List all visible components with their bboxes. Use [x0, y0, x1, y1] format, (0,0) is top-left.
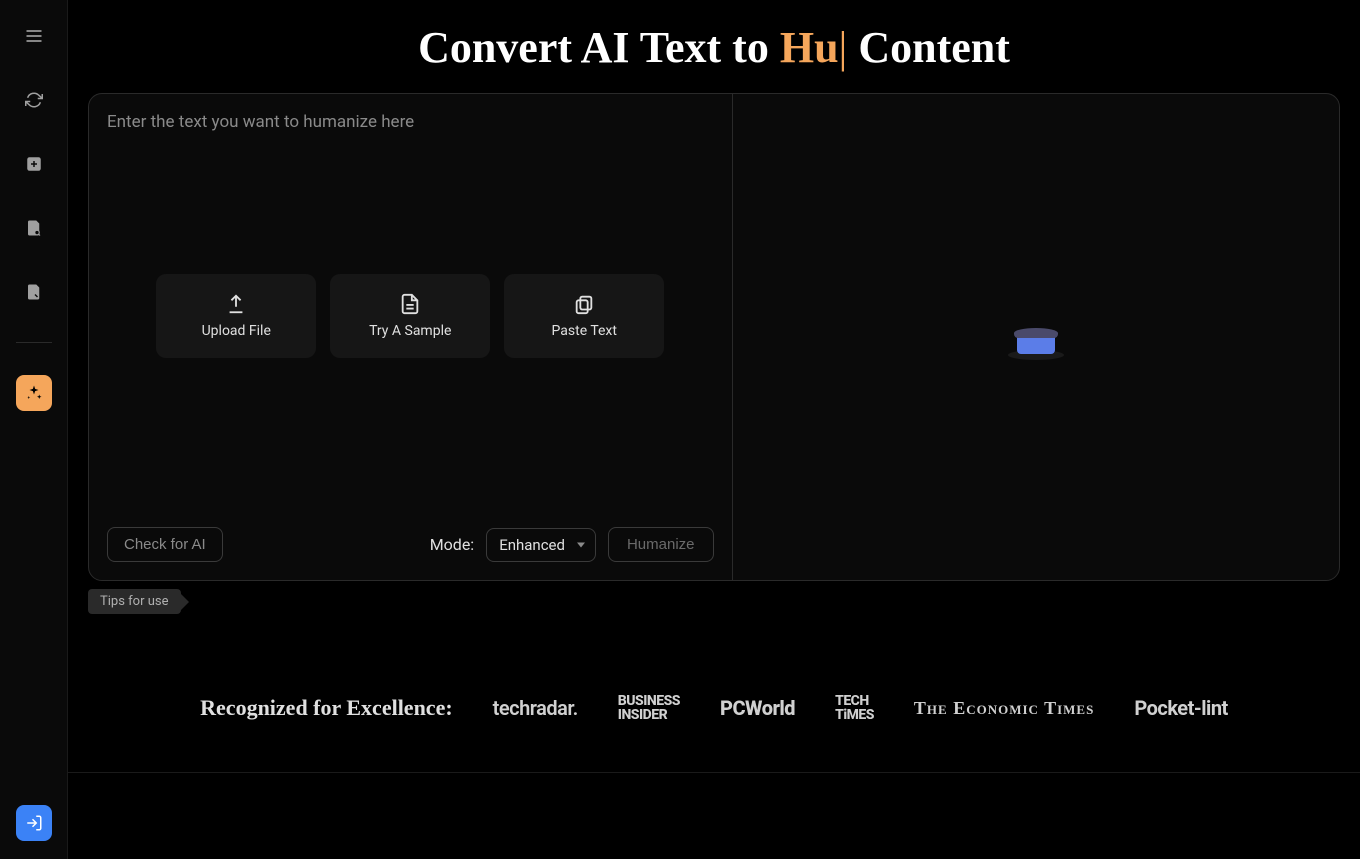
- check-ai-button[interactable]: Check for AI: [107, 527, 223, 562]
- paste-label: Paste Text: [552, 323, 617, 339]
- file-text-icon: [399, 293, 421, 315]
- brand-pocket-lint: Pocket-lint: [1134, 696, 1227, 720]
- sidebar-divider: [16, 342, 52, 343]
- try-sample-button[interactable]: Try A Sample: [330, 274, 490, 358]
- input-footer: Check for AI Mode: Enhanced Humanize: [107, 527, 714, 562]
- workspace: Upload File Try A Sample Paste Text Chec…: [88, 93, 1340, 581]
- clipboard-icon: [573, 293, 595, 315]
- brand-pcworld: PCWorld: [720, 696, 795, 720]
- title-suffix: Content: [847, 23, 1010, 72]
- search-doc-icon[interactable]: [16, 210, 52, 246]
- page-title: Convert AI Text to Hu| Content: [68, 22, 1360, 73]
- humanize-button[interactable]: Humanize: [608, 527, 714, 562]
- brand-economic-times: The Economic Times: [914, 698, 1094, 719]
- input-pane: Upload File Try A Sample Paste Text Chec…: [89, 94, 733, 580]
- recognition-label: Recognized for Excellence:: [200, 695, 453, 721]
- edit-doc-icon[interactable]: [16, 274, 52, 310]
- title-accent: Hu: [780, 23, 839, 72]
- upload-icon: [225, 293, 247, 315]
- tips-chip[interactable]: Tips for use: [88, 589, 181, 614]
- sidebar: [0, 0, 68, 859]
- input-actions: Upload File Try A Sample Paste Text: [156, 274, 664, 358]
- output-pane: [733, 94, 1340, 580]
- mode-select[interactable]: Enhanced: [486, 528, 596, 562]
- brand-tech-times: TECHTiMES: [835, 694, 874, 722]
- title-prefix: Convert AI Text to: [418, 23, 780, 72]
- paste-text-button[interactable]: Paste Text: [504, 274, 664, 358]
- brand-business-insider: BUSINESSINSIDER: [618, 694, 680, 722]
- sample-label: Try A Sample: [369, 323, 451, 339]
- upload-label: Upload File: [202, 323, 271, 339]
- login-button[interactable]: [16, 805, 52, 841]
- brand-techradar: techradar.: [493, 696, 578, 720]
- footer-divider: [68, 772, 1360, 773]
- tips-row: Tips for use: [88, 589, 1360, 614]
- main-content: Convert AI Text to Hu| Content Upload Fi…: [68, 0, 1360, 859]
- menu-icon[interactable]: [16, 18, 52, 54]
- sparkle-icon[interactable]: [16, 375, 52, 411]
- refresh-icon[interactable]: [16, 82, 52, 118]
- mode-selected: Enhanced: [499, 536, 565, 554]
- plus-square-icon[interactable]: [16, 146, 52, 182]
- recognition-section: Recognized for Excellence: techradar. BU…: [68, 694, 1360, 722]
- mode-label: Mode:: [430, 535, 474, 554]
- upload-file-button[interactable]: Upload File: [156, 274, 316, 358]
- empty-state-icon: [1001, 314, 1071, 360]
